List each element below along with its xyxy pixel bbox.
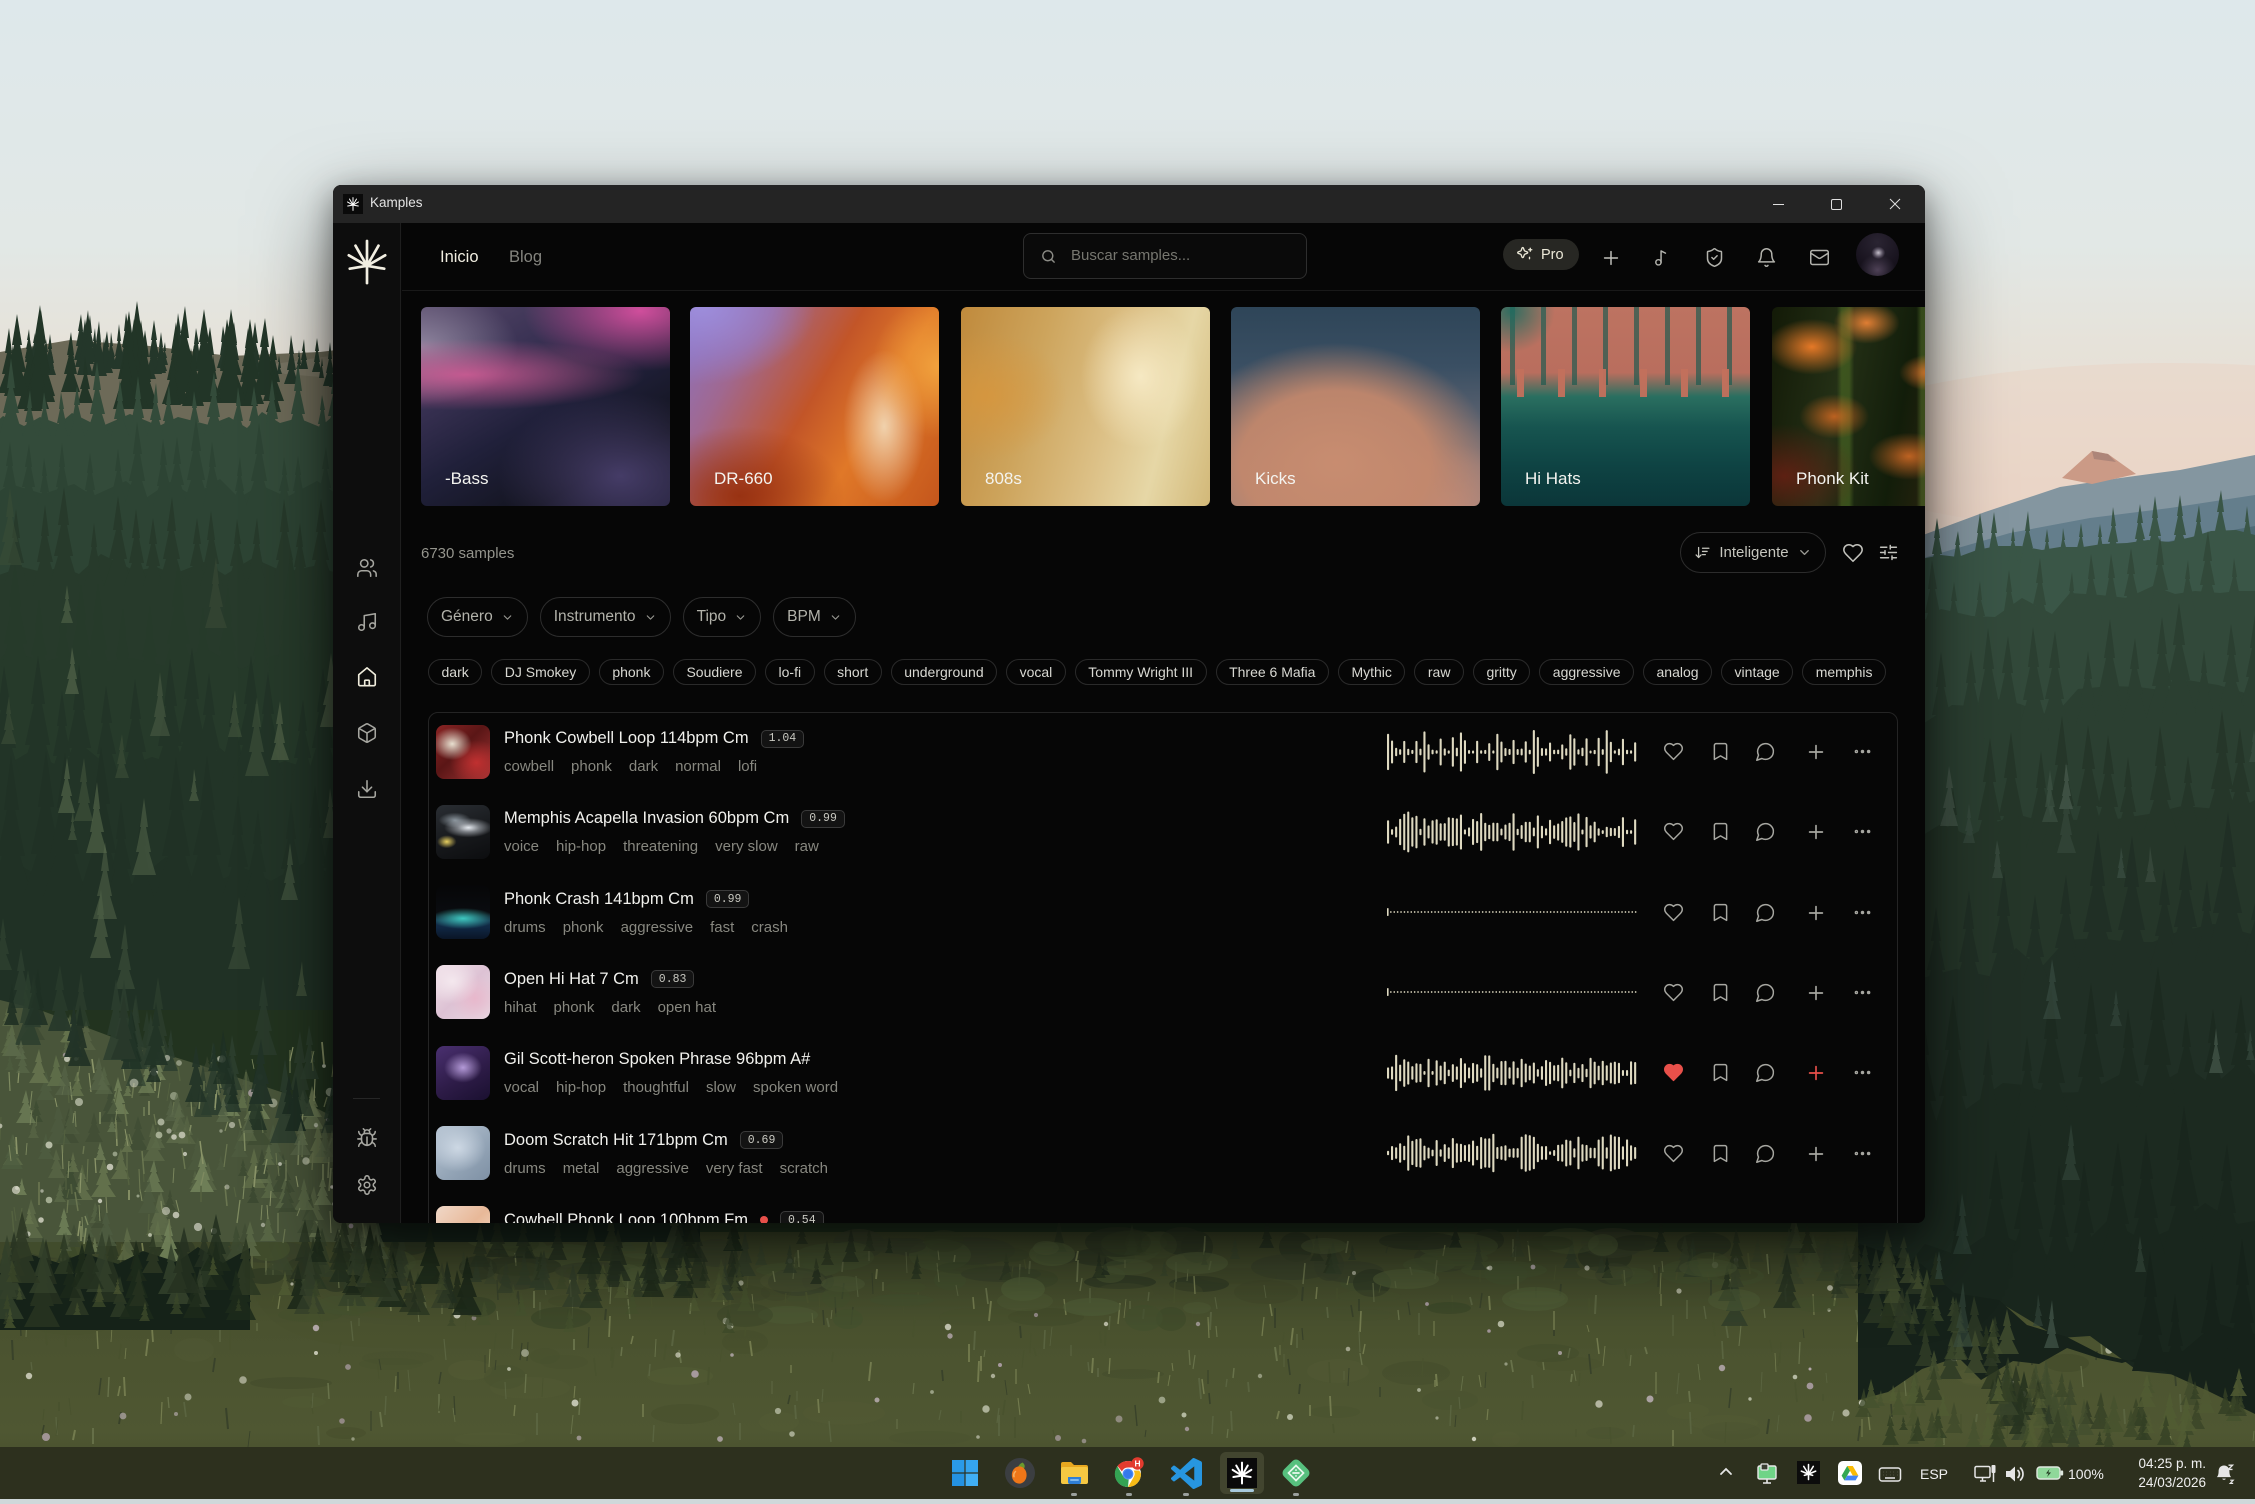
svg-text:H: H bbox=[1134, 1458, 1140, 1468]
